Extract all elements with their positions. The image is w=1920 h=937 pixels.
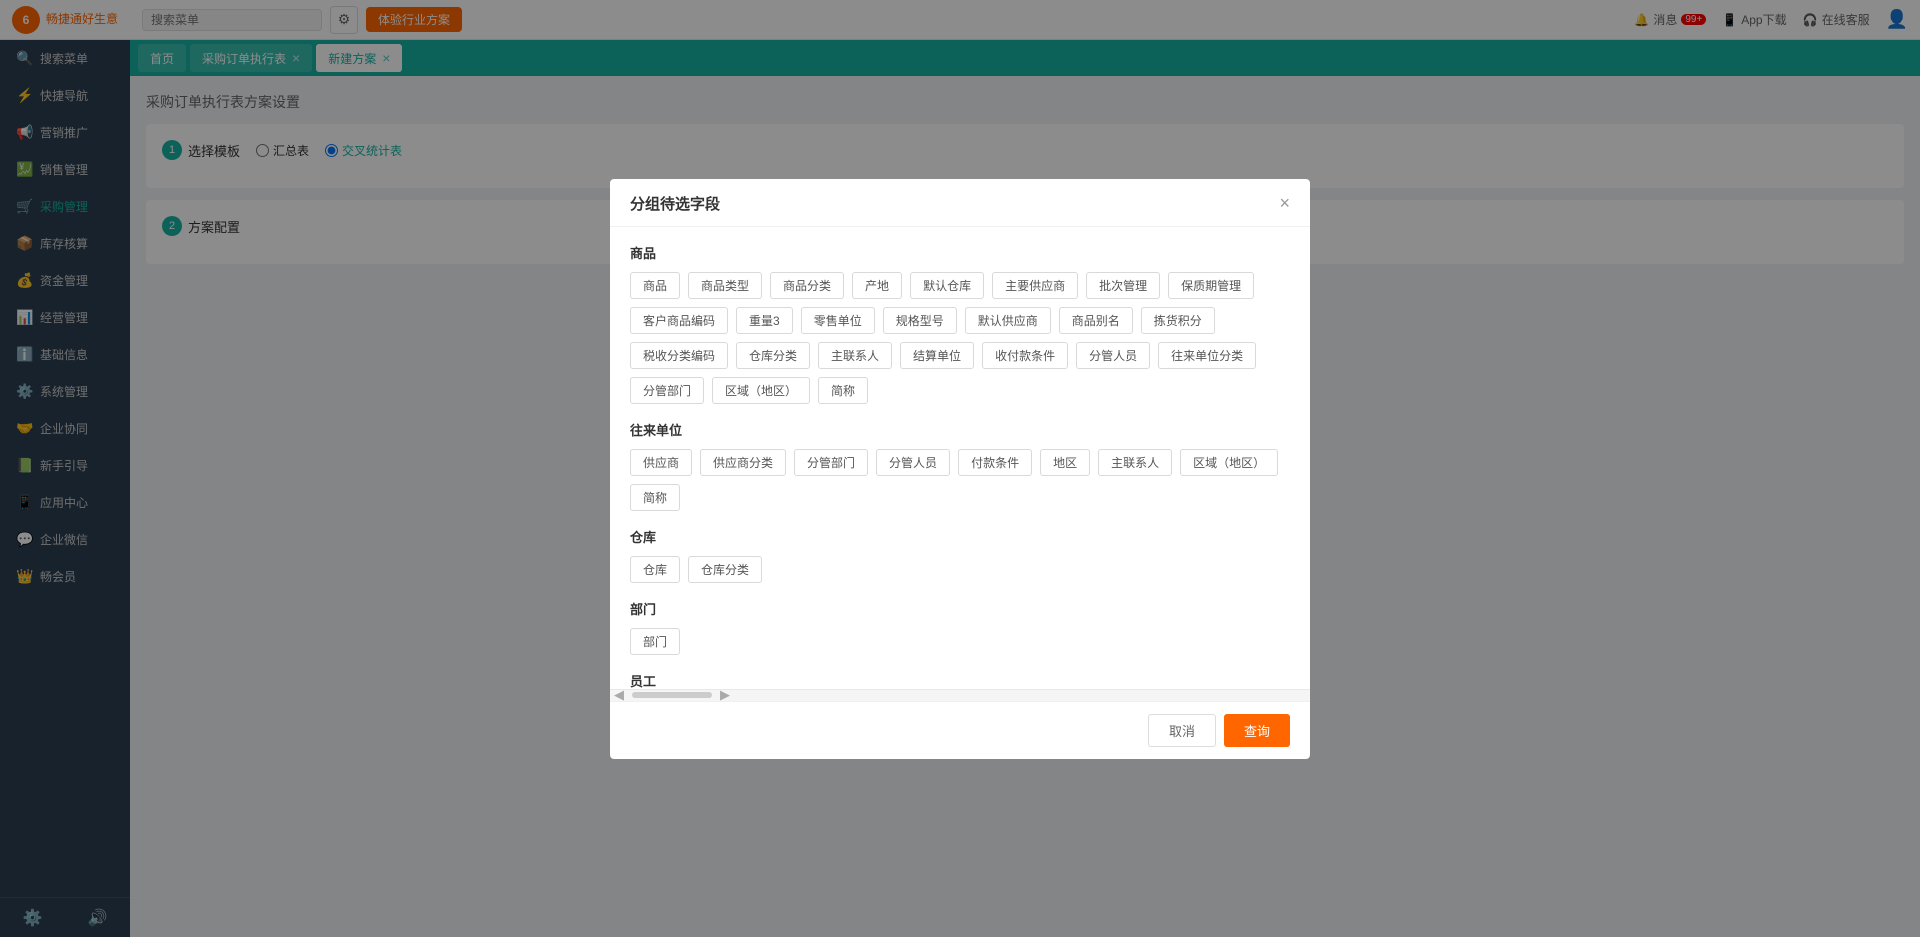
section-product: 商品 商品 商品类型 商品分类 产地 默认仓库 主要供应商 批次管理 保质期管理… (630, 243, 1290, 404)
tag-product-alias[interactable]: 商品别名 (1059, 307, 1133, 334)
section-employee: 员工 业务员 (630, 671, 1290, 689)
tag-counterpart-category[interactable]: 往来单位分类 (1158, 342, 1256, 369)
modal-close-button[interactable]: × (1279, 193, 1290, 214)
tag-district[interactable]: 地区 (1040, 449, 1090, 476)
modal-footer: 取消 查询 (610, 701, 1310, 759)
tag-supplier-category[interactable]: 供应商分类 (700, 449, 786, 476)
tag-settlement-unit[interactable]: 结算单位 (900, 342, 974, 369)
hscroll-thumb[interactable] (632, 692, 712, 698)
tag-short-name[interactable]: 简称 (818, 377, 868, 404)
tag-customer-code[interactable]: 客户商品编码 (630, 307, 728, 334)
tag-managing-dept[interactable]: 分管部门 (630, 377, 704, 404)
tag-default-warehouse[interactable]: 默认仓库 (910, 272, 984, 299)
tag-product-type[interactable]: 商品类型 (688, 272, 762, 299)
tag-supplier[interactable]: 供应商 (630, 449, 692, 476)
tag-expiry-mgmt[interactable]: 保质期管理 (1168, 272, 1254, 299)
tag-batch-mgmt[interactable]: 批次管理 (1086, 272, 1160, 299)
tag-product[interactable]: 商品 (630, 272, 680, 299)
tag-region[interactable]: 区域（地区） (712, 377, 810, 404)
tag-origin[interactable]: 产地 (852, 272, 902, 299)
tag-main-supplier[interactable]: 主要供应商 (992, 272, 1078, 299)
modal-title: 分组待选字段 (630, 193, 720, 214)
tag-warehouse[interactable]: 仓库 (630, 556, 680, 583)
section-dept: 部门 部门 (630, 599, 1290, 655)
tag-warehouse-category[interactable]: 仓库分类 (736, 342, 810, 369)
section-counterpart: 往来单位 供应商 供应商分类 分管部门 分管人员 付款条件 地区 主联系人 区域… (630, 420, 1290, 511)
section-counterpart-tags: 供应商 供应商分类 分管部门 分管人员 付款条件 地区 主联系人 区域（地区） … (630, 449, 1290, 511)
tag-tax-code[interactable]: 税收分类编码 (630, 342, 728, 369)
tag-short-name-c[interactable]: 简称 (630, 484, 680, 511)
tag-main-contact[interactable]: 主联系人 (818, 342, 892, 369)
section-dept-title: 部门 (630, 599, 1290, 618)
section-employee-title: 员工 (630, 671, 1290, 689)
tag-staff-managing[interactable]: 分管人员 (876, 449, 950, 476)
tag-pick-points[interactable]: 拣货积分 (1141, 307, 1215, 334)
tag-managing-staff[interactable]: 分管人员 (1076, 342, 1150, 369)
modal-hscroll: ◀ ▶ (610, 689, 1310, 701)
cancel-button[interactable]: 取消 (1148, 714, 1216, 747)
tag-product-category[interactable]: 商品分类 (770, 272, 844, 299)
section-product-tags: 商品 商品类型 商品分类 产地 默认仓库 主要供应商 批次管理 保质期管理 客户… (630, 272, 1290, 404)
tag-pay-terms[interactable]: 付款条件 (958, 449, 1032, 476)
tag-warehouse-cat[interactable]: 仓库分类 (688, 556, 762, 583)
tag-dept-managing[interactable]: 分管部门 (794, 449, 868, 476)
tag-weight3[interactable]: 重量3 (736, 307, 793, 334)
section-dept-tags: 部门 (630, 628, 1290, 655)
modal-header: 分组待选字段 × (610, 179, 1310, 227)
section-counterpart-title: 往来单位 (630, 420, 1290, 439)
tag-retail-unit[interactable]: 零售单位 (801, 307, 875, 334)
tag-payment-terms[interactable]: 收付款条件 (982, 342, 1068, 369)
section-warehouse-title: 仓库 (630, 527, 1290, 546)
section-product-title: 商品 (630, 243, 1290, 262)
tag-dept[interactable]: 部门 (630, 628, 680, 655)
section-warehouse-tags: 仓库 仓库分类 (630, 556, 1290, 583)
tag-main-contact-c[interactable]: 主联系人 (1098, 449, 1172, 476)
section-warehouse: 仓库 仓库 仓库分类 (630, 527, 1290, 583)
modal-overlay: 分组待选字段 × 商品 商品 商品类型 商品分类 产地 默认仓库 主要供应商 批… (0, 0, 1920, 937)
confirm-button[interactable]: 查询 (1224, 714, 1290, 747)
modal-body: 商品 商品 商品类型 商品分类 产地 默认仓库 主要供应商 批次管理 保质期管理… (610, 227, 1310, 689)
tag-default-supplier[interactable]: 默认供应商 (965, 307, 1051, 334)
tag-region-c[interactable]: 区域（地区） (1180, 449, 1278, 476)
modal: 分组待选字段 × 商品 商品 商品类型 商品分类 产地 默认仓库 主要供应商 批… (610, 179, 1310, 759)
tag-spec-model[interactable]: 规格型号 (883, 307, 957, 334)
